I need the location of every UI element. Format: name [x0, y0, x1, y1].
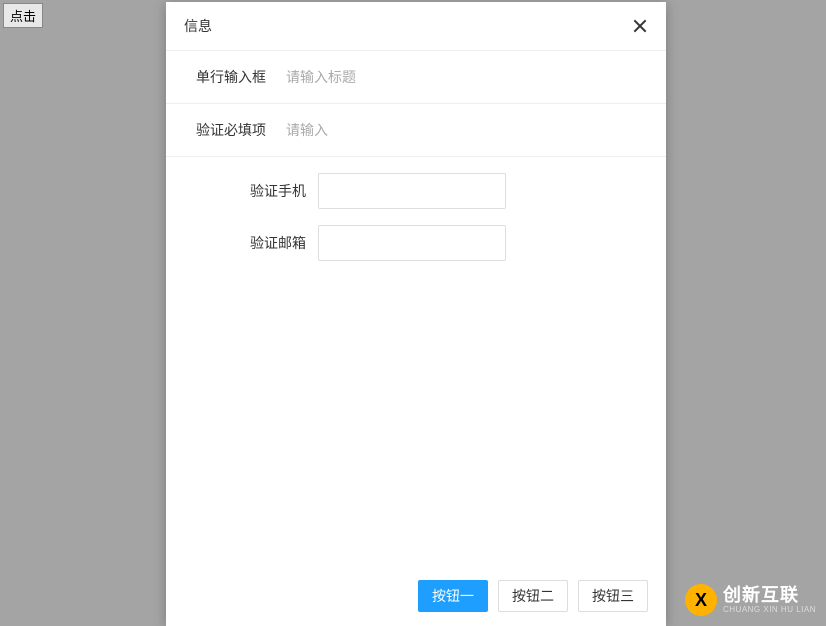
modal: 信息 单行输入框 验证必填项 验证手机 验证邮箱 按钮一 [166, 2, 666, 626]
modal-body: 单行输入框 验证必填项 验证手机 验证邮箱 [166, 51, 666, 568]
field-required: 验证必填项 [166, 104, 666, 157]
button-secondary[interactable]: 按钮二 [498, 580, 568, 612]
button-primary[interactable]: 按钮一 [418, 580, 488, 612]
modal-header: 信息 [166, 2, 666, 51]
single-line-input[interactable] [276, 51, 666, 103]
modal-title: 信息 [184, 16, 212, 36]
field-phone: 验证手机 [166, 165, 666, 217]
button-tertiary[interactable]: 按钮三 [578, 580, 648, 612]
field-label: 验证手机 [166, 181, 318, 201]
field-email: 验证邮箱 [166, 217, 666, 269]
field-single-line: 单行输入框 [166, 51, 666, 104]
brand-logo-icon [685, 584, 717, 616]
phone-input[interactable] [318, 173, 506, 209]
email-input[interactable] [318, 225, 506, 261]
required-input[interactable] [276, 104, 666, 156]
modal-footer: 按钮一 按钮二 按钮三 [166, 568, 666, 626]
brand-text: 创新互联 CHUANG XIN HU LIAN [723, 586, 816, 615]
brand-watermark: 创新互联 CHUANG XIN HU LIAN [685, 584, 816, 616]
modal-overlay: 信息 单行输入框 验证必填项 验证手机 验证邮箱 按钮一 [0, 0, 826, 626]
field-label: 验证必填项 [166, 120, 276, 140]
brand-name-en: CHUANG XIN HU LIAN [723, 606, 816, 615]
close-icon[interactable] [632, 18, 648, 34]
brand-name-cn: 创新互联 [723, 586, 816, 606]
field-label: 单行输入框 [166, 67, 276, 87]
field-label: 验证邮箱 [166, 233, 318, 253]
